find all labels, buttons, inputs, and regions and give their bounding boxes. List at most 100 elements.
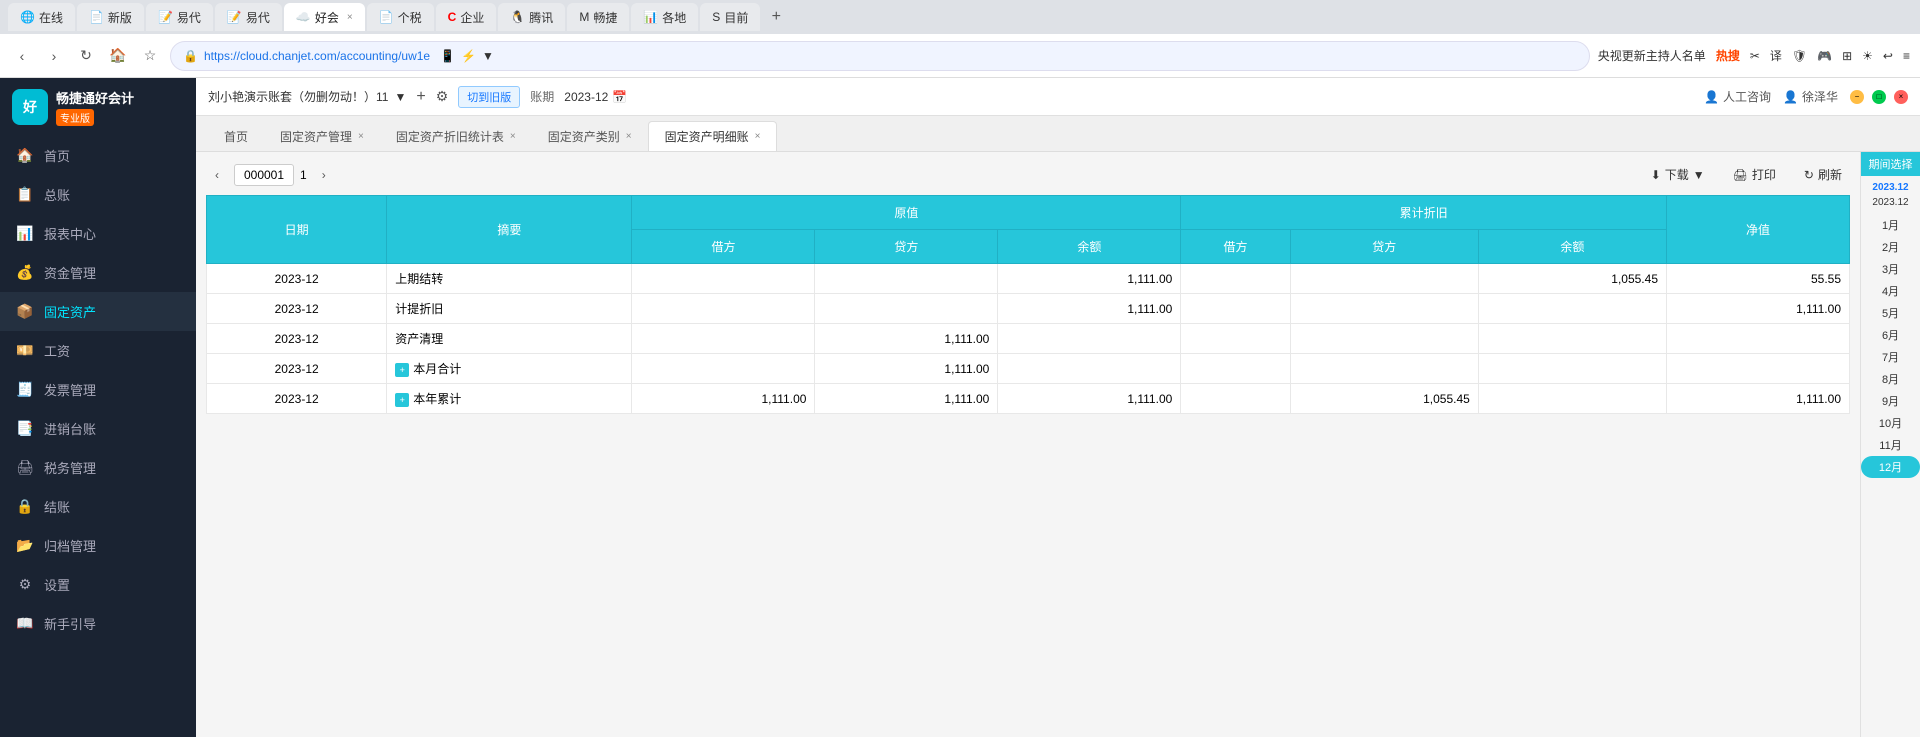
close-tab-asset-category[interactable]: × <box>626 131 632 142</box>
print-button[interactable]: 🖨 打印 <box>1725 162 1784 187</box>
tab-icon: 📝 <box>227 10 242 24</box>
address-bar[interactable]: 🔒 https://cloud.chanjet.com/accounting/u… <box>170 41 1590 71</box>
company-selector[interactable]: 刘小艳演示账套（勿删勿动！）11 ▼ <box>208 88 406 105</box>
tab-haohui[interactable]: ☁️ 好会 × <box>284 3 365 31</box>
period-month-1[interactable]: 1月 <box>1861 214 1920 236</box>
period-month-8[interactable]: 8月 <box>1861 368 1920 390</box>
page-tab-depreciation-stat[interactable]: 固定资产折旧统计表 × <box>380 122 532 151</box>
tab-gesui[interactable]: 📄 个税 <box>367 3 434 31</box>
period-month-9[interactable]: 9月 <box>1861 390 1920 412</box>
sidebar-item-reports[interactable]: 📊 报表中心 <box>0 214 196 253</box>
cell-acc-debit <box>1181 264 1290 294</box>
page-number-input[interactable] <box>234 164 294 186</box>
table-row: 2023-12上期结转1,111.001,055.4555.55 <box>207 264 1850 294</box>
next-page-button[interactable]: › <box>313 164 335 186</box>
sidebar-item-label: 工资 <box>44 341 70 360</box>
maximize-button[interactable]: □ <box>1872 90 1886 104</box>
user-button[interactable]: 👤 徐泽华 <box>1783 88 1838 105</box>
sidebar-item-invoice[interactable]: 🧾 发票管理 <box>0 370 196 409</box>
forward-button[interactable]: › <box>42 44 66 68</box>
sidebar-item-funds[interactable]: 💰 资金管理 <box>0 253 196 292</box>
period-month-2[interactable]: 2月 <box>1861 236 1920 258</box>
table-row: 2023-12+本月合计1,111.00 <box>207 354 1850 384</box>
sidebar-item-archive[interactable]: 📂 归档管理 <box>0 526 196 565</box>
close-tab-asset-mgmt[interactable]: × <box>358 131 364 142</box>
hot-search-label[interactable]: 热搜 <box>1716 47 1740 64</box>
page-tab-asset-detail[interactable]: 固定资产明细账 × <box>648 121 778 151</box>
version-switch-button[interactable]: 切到旧版 <box>458 86 520 108</box>
tab-zaixian[interactable]: 🌐 在线 <box>8 3 75 31</box>
tab-icon: 📝 <box>158 10 173 24</box>
tab-qiye[interactable]: C 企业 <box>436 3 497 31</box>
cell-summary: 上期结转 <box>387 264 632 294</box>
period-date-item-2[interactable]: 2023.12 <box>1863 195 1918 210</box>
sidebar-item-inventory[interactable]: 📑 进销台账 <box>0 409 196 448</box>
period-month-7[interactable]: 7月 <box>1861 346 1920 368</box>
add-company-button[interactable]: + <box>416 88 425 106</box>
cut-icon: ✂ <box>1750 49 1760 63</box>
sidebar-item-fixed-assets[interactable]: 📦 固定资产 <box>0 292 196 331</box>
cell-orig-balance: 1,111.00 <box>998 294 1181 324</box>
home-button[interactable]: 🏠 <box>106 44 130 68</box>
history-icon: ↩ <box>1883 49 1893 63</box>
close-button[interactable]: × <box>1894 90 1908 104</box>
settings-button[interactable]: ⚙ <box>436 88 449 105</box>
download-button[interactable]: ⬇ 下载 ▼ <box>1643 162 1713 187</box>
period-month-4[interactable]: 4月 <box>1861 280 1920 302</box>
page-num-label: 1 <box>300 168 307 182</box>
page-tab-asset-category[interactable]: 固定资产类别 × <box>532 122 648 151</box>
sidebar-item-tax[interactable]: 🖨 税务管理 <box>0 448 196 487</box>
sidebar-item-close-accounts[interactable]: 🔒 结账 <box>0 487 196 526</box>
reload-button[interactable]: ↻ <box>74 44 98 68</box>
pagination-toolbar-row: ‹ 1 › ⬇ 下载 ▼ 🖨 打印 <box>206 162 1850 187</box>
close-tab-depreciation-stat[interactable]: × <box>510 131 516 142</box>
funds-icon: 💰 <box>16 264 34 282</box>
page-tab-home[interactable]: 首页 <box>208 122 264 151</box>
period-month-12[interactable]: 12月 <box>1861 456 1920 478</box>
calendar-icon[interactable]: 📅 <box>612 90 627 104</box>
refresh-button[interactable]: ↻ 刷新 <box>1796 162 1850 187</box>
sidebar-item-label: 设置 <box>44 575 70 594</box>
app-container: 好 畅捷通好会计 专业版 🏠 首页 📋 总账 📊 报表中心 💰 资金管理 <box>0 78 1920 737</box>
sidebar-logo: 好 畅捷通好会计 专业版 <box>0 78 196 136</box>
tab-tencent[interactable]: 🐧 腾讯 <box>498 3 565 31</box>
settings-icon: ⚙ <box>16 576 34 594</box>
tab-icon: S <box>712 10 720 24</box>
period-month-11[interactable]: 11月 <box>1861 434 1920 456</box>
col-summary-header: 摘要 <box>387 196 632 264</box>
sidebar-item-label: 结账 <box>44 497 70 516</box>
minimize-button[interactable]: − <box>1850 90 1864 104</box>
tab-changjie[interactable]: M 畅捷 <box>567 3 629 31</box>
prev-page-button[interactable]: ‹ <box>206 164 228 186</box>
cell-orig-balance <box>998 324 1181 354</box>
period-date-item-1[interactable]: 2023.12 <box>1863 180 1918 195</box>
tab-icon: 📄 <box>379 10 394 24</box>
tab-gedi[interactable]: 📊 各地 <box>631 3 698 31</box>
period-month-10[interactable]: 10月 <box>1861 412 1920 434</box>
cell-acc-balance: 1,055.45 <box>1478 264 1666 294</box>
page-tabs: 首页 固定资产管理 × 固定资产折旧统计表 × 固定资产类别 × 固定资产明细账… <box>196 116 1920 152</box>
sidebar-item-ledger[interactable]: 📋 总账 <box>0 175 196 214</box>
tab-yidai2[interactable]: 📝 易代 <box>215 3 282 31</box>
period-month-6[interactable]: 6月 <box>1861 324 1920 346</box>
tab-xinban[interactable]: 📄 新版 <box>77 3 144 31</box>
tab-yidai1[interactable]: 📝 易代 <box>146 3 213 31</box>
logo-icon: 好 <box>12 89 48 125</box>
col-accumulated-depreciation-header: 累计折旧 <box>1181 196 1667 230</box>
help-button[interactable]: 👤 人工咨询 <box>1704 88 1771 105</box>
close-tab-asset-detail[interactable]: × <box>755 131 761 142</box>
sidebar-item-guide[interactable]: 📖 新手引导 <box>0 604 196 643</box>
page-tab-asset-mgmt[interactable]: 固定资产管理 × <box>264 122 380 151</box>
bookmark-button[interactable]: ☆ <box>138 44 162 68</box>
period-month-3[interactable]: 3月 <box>1861 258 1920 280</box>
sidebar-item-payroll[interactable]: 💴 工资 <box>0 331 196 370</box>
new-tab-button[interactable]: + <box>762 3 790 31</box>
period-dates: 2023.12 2023.12 <box>1861 176 1920 214</box>
download-icon: ⬇ <box>1651 168 1661 182</box>
tab-muqian[interactable]: S 目前 <box>700 3 760 31</box>
tab-close-icon[interactable]: × <box>347 12 353 23</box>
period-month-5[interactable]: 5月 <box>1861 302 1920 324</box>
sidebar-item-settings[interactable]: ⚙ 设置 <box>0 565 196 604</box>
sidebar-item-home[interactable]: 🏠 首页 <box>0 136 196 175</box>
back-button[interactable]: ‹ <box>10 44 34 68</box>
